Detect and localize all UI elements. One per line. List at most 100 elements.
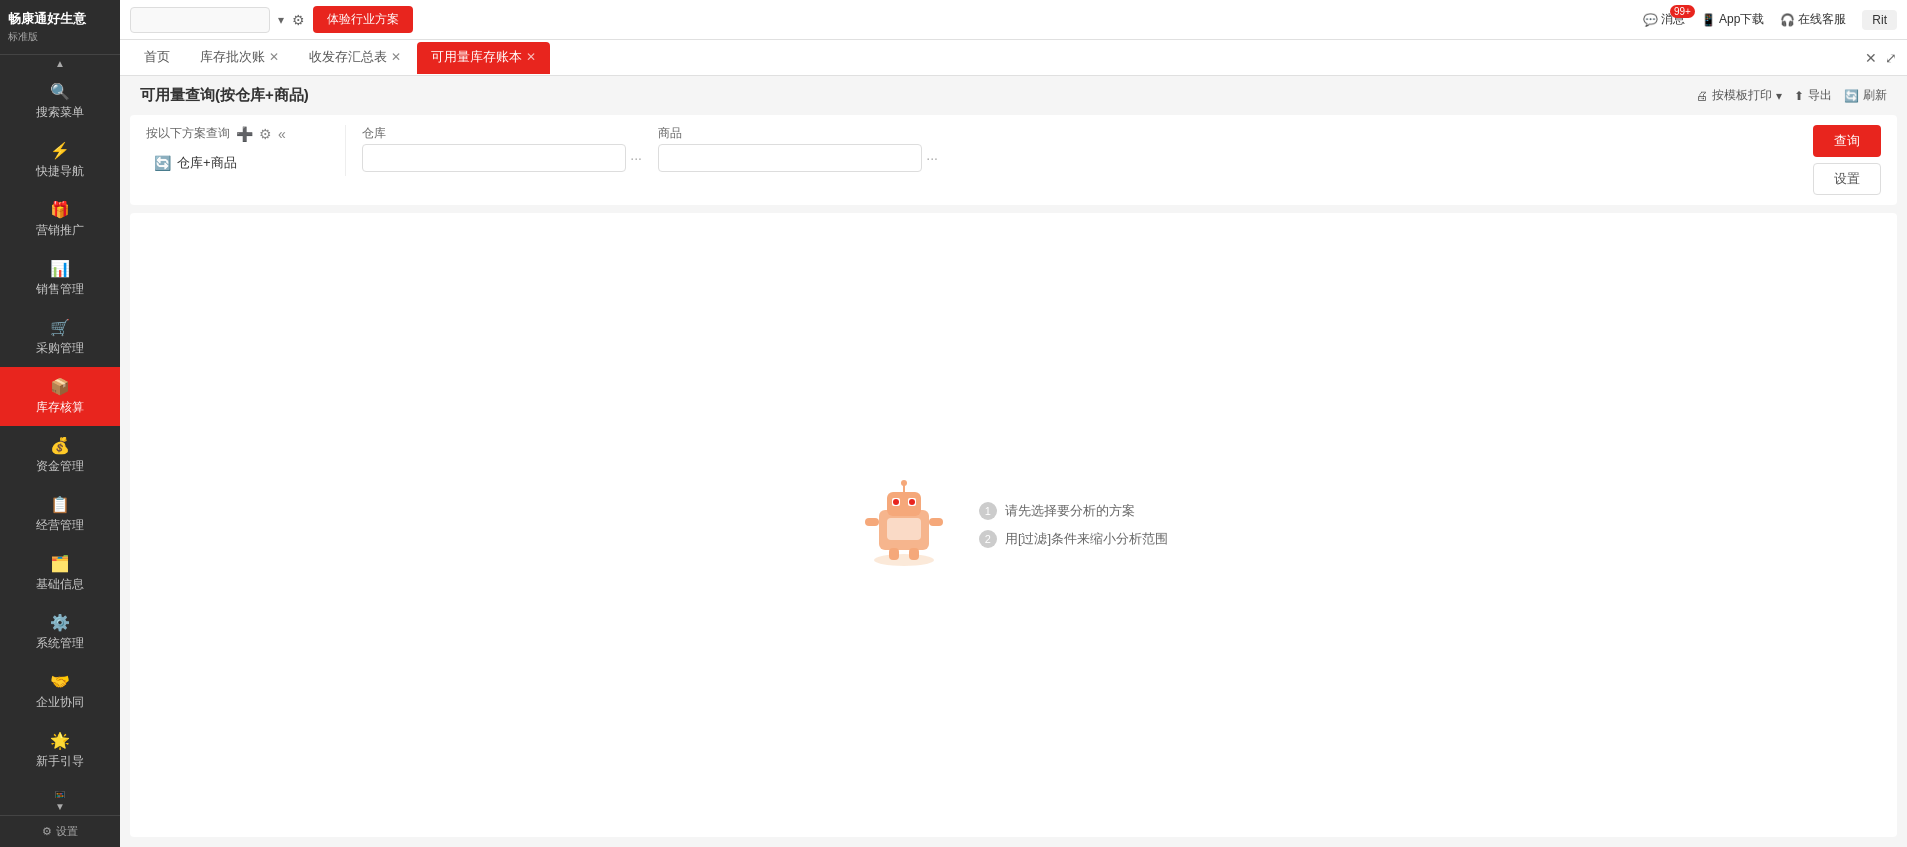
tip-text-1: 请先选择要分析的方案	[1005, 502, 1135, 520]
filter-field-goods: 商品 ···	[658, 125, 938, 172]
sidebar-icon-marketing: 🎁	[50, 200, 70, 219]
tab-close-all-btn[interactable]: ✕	[1865, 50, 1877, 66]
sidebar-icon-basicinfo: 🗂️	[50, 554, 70, 573]
scheme-header: 按以下方案查询 ➕ ⚙ «	[146, 125, 329, 142]
tab-home[interactable]: 首页	[130, 42, 184, 74]
sidebar: 畅康通好生意 标准版 ▲ 🔍 搜索菜单 ⚡快捷导航 🎁 营销推广 📊销售管理🛒采购管理 📦 库…	[0, 0, 120, 847]
scheme-item-icon: 🔄	[154, 155, 171, 171]
sidebar-scroll-up[interactable]: ▲	[0, 55, 120, 72]
sidebar-item-basicinfo[interactable]: 🗂️ 基础信息	[0, 544, 120, 603]
tab-close-inventory-batch[interactable]: ✕	[269, 50, 279, 64]
tab-close-available-qty[interactable]: ✕	[526, 50, 536, 64]
sidebar-icon-system: ⚙️	[50, 613, 70, 632]
tab-collect-summary[interactable]: 收发存汇总表✕	[295, 42, 415, 74]
sidebar-label-corp: 企业协同	[36, 694, 84, 711]
sidebar-item-finance[interactable]: 💰资金管理	[0, 426, 120, 485]
warehouse-field-label: 仓库	[362, 125, 642, 142]
query-panel: 按以下方案查询 ➕ ⚙ « 🔄 仓库+商品 仓库 ···	[130, 115, 1897, 205]
sidebar-icon-newguide: 🌟	[50, 731, 70, 750]
content-area: 可用量查询(按仓库+商品) 🖨 按模板打印 ▾ ⬆ 导出 🔄 刷新	[120, 76, 1907, 847]
topbar-service-btn[interactable]: 🎧 在线客服	[1780, 11, 1846, 28]
scheme-collapse-btn[interactable]: «	[278, 126, 286, 142]
sidebar-icon-sales: 📊	[50, 259, 70, 278]
scheme-item-warehouse-goods[interactable]: 🔄 仓库+商品	[146, 150, 329, 176]
sidebar-item-inventory[interactable]: 📦 库存核算	[0, 367, 120, 426]
warehouse-more-btn[interactable]: ···	[630, 150, 642, 166]
print-dropdown-icon: ▾	[1776, 89, 1782, 103]
settings-btn[interactable]: 设置	[1813, 163, 1881, 195]
sidebar-items: 🔍 搜索菜单 ⚡快捷导航 🎁 营销推广 📊销售管理🛒采购管理 📦 库存核算 💰资金管理 📋 经营管理…	[0, 72, 120, 798]
empty-robot-illustration	[859, 480, 949, 570]
svg-rect-11	[889, 548, 899, 560]
export-btn[interactable]: ⬆ 导出	[1794, 87, 1832, 104]
tip-text-2: 用[过滤]条件来缩小分析范围	[1005, 530, 1168, 548]
main-area: ▾ ⚙ 体验行业方案 💬 消息 99+ 📱 App下载 🎧 在线客服 Rit 首…	[120, 0, 1907, 847]
topbar-gear-btn[interactable]: ⚙	[292, 12, 305, 28]
goods-input-row: ···	[658, 144, 938, 172]
sidebar-item-search[interactable]: 🔍 搜索菜单	[0, 72, 120, 131]
tab-expand-btn[interactable]: ⤢	[1885, 50, 1897, 66]
sidebar-label-finance: 资金管理	[36, 458, 84, 475]
filter-fields: 仓库 ··· 商品 ···	[362, 125, 1797, 172]
sidebar-item-system[interactable]: ⚙️系统管理	[0, 603, 120, 662]
topbar-user-btn[interactable]: Rit	[1862, 10, 1897, 30]
service-icon: 🎧	[1780, 13, 1795, 27]
topbar-app-btn[interactable]: 📱 App下载	[1701, 11, 1764, 28]
query-btn[interactable]: 查询	[1813, 125, 1881, 157]
sidebar-settings[interactable]: ⚙ 设置	[0, 815, 120, 847]
page-title: 可用量查询(按仓库+商品)	[140, 86, 309, 105]
sidebar-label-search: 搜索菜单	[36, 104, 84, 121]
sidebar-icon-inventory: 📦	[50, 377, 70, 396]
sidebar-scroll-down[interactable]: ▼	[0, 798, 120, 815]
query-buttons: 查询 设置	[1813, 125, 1881, 195]
sidebar-item-sales[interactable]: 📊销售管理	[0, 249, 120, 308]
sidebar-item-operations[interactable]: 📋 经营管理	[0, 485, 120, 544]
topbar-message-btn[interactable]: 💬 消息 99+	[1643, 11, 1685, 28]
warehouse-input[interactable]	[362, 144, 626, 172]
message-icon: 💬	[1643, 13, 1658, 27]
sidebar-label-inventory: 库存核算	[36, 399, 84, 416]
empty-state: 1请先选择要分析的方案2用[过滤]条件来缩小分析范围	[130, 213, 1897, 837]
topbar-search-input[interactable]	[130, 7, 270, 33]
goods-input[interactable]	[658, 144, 922, 172]
sidebar-item-appcenter[interactable]: 📱应用中心	[0, 780, 120, 798]
sidebar-item-newguide[interactable]: 🌟新手引导	[0, 721, 120, 780]
sidebar-label-quicknav: 快捷导航	[36, 163, 84, 180]
topbar-dropdown-btn[interactable]: ▾	[278, 13, 284, 27]
sidebar-item-marketing[interactable]: 🎁 营销推广	[0, 190, 120, 249]
sidebar-icon-corp: 🤝	[50, 672, 70, 691]
sidebar-item-quicknav[interactable]: ⚡快捷导航	[0, 131, 120, 190]
app-label: App下载	[1719, 11, 1764, 28]
sidebar-icon-search: 🔍	[50, 82, 70, 101]
refresh-label: 刷新	[1863, 87, 1887, 104]
svg-point-6	[909, 499, 915, 505]
svg-rect-12	[909, 548, 919, 560]
topbar-right: 💬 消息 99+ 📱 App下载 🎧 在线客服 Rit	[1643, 10, 1897, 30]
service-label: 在线客服	[1798, 11, 1846, 28]
tab-inventory-batch[interactable]: 库存批次账✕	[186, 42, 293, 74]
export-icon: ⬆	[1794, 89, 1804, 103]
svg-point-8	[901, 480, 907, 486]
sidebar-label-operations: 经营管理	[36, 517, 84, 534]
sidebar-icon-operations: 📋	[50, 495, 70, 514]
tabs-bar: 首页库存批次账✕收发存汇总表✕可用量库存账本✕ ✕ ⤢	[120, 40, 1907, 76]
sidebar-item-corp[interactable]: 🤝 企业协同	[0, 662, 120, 721]
svg-rect-10	[929, 518, 943, 526]
topbar-trial-btn[interactable]: 体验行业方案	[313, 6, 413, 33]
refresh-btn[interactable]: 🔄 刷新	[1844, 87, 1887, 104]
message-badge: 99+	[1670, 5, 1695, 18]
empty-tips: 1请先选择要分析的方案2用[过滤]条件来缩小分析范围	[979, 502, 1168, 548]
print-icon: 🖨	[1696, 89, 1708, 103]
tab-close-collect-summary[interactable]: ✕	[391, 50, 401, 64]
sidebar-label-basicinfo: 基础信息	[36, 576, 84, 593]
scheme-add-btn[interactable]: ➕	[236, 126, 253, 142]
tab-available-qty[interactable]: 可用量库存账本✕	[417, 42, 550, 74]
topbar: ▾ ⚙ 体验行业方案 💬 消息 99+ 📱 App下载 🎧 在线客服 Rit	[120, 0, 1907, 40]
scheme-settings-btn[interactable]: ⚙	[259, 126, 272, 142]
sidebar-logo: 畅康通好生意 标准版	[0, 0, 120, 55]
sidebar-item-purchase[interactable]: 🛒采购管理	[0, 308, 120, 367]
sidebar-label-marketing: 营销推广	[36, 222, 84, 239]
goods-field-label: 商品	[658, 125, 938, 142]
print-template-btn[interactable]: 🖨 按模板打印 ▾	[1696, 87, 1782, 104]
goods-more-btn[interactable]: ···	[926, 150, 938, 166]
